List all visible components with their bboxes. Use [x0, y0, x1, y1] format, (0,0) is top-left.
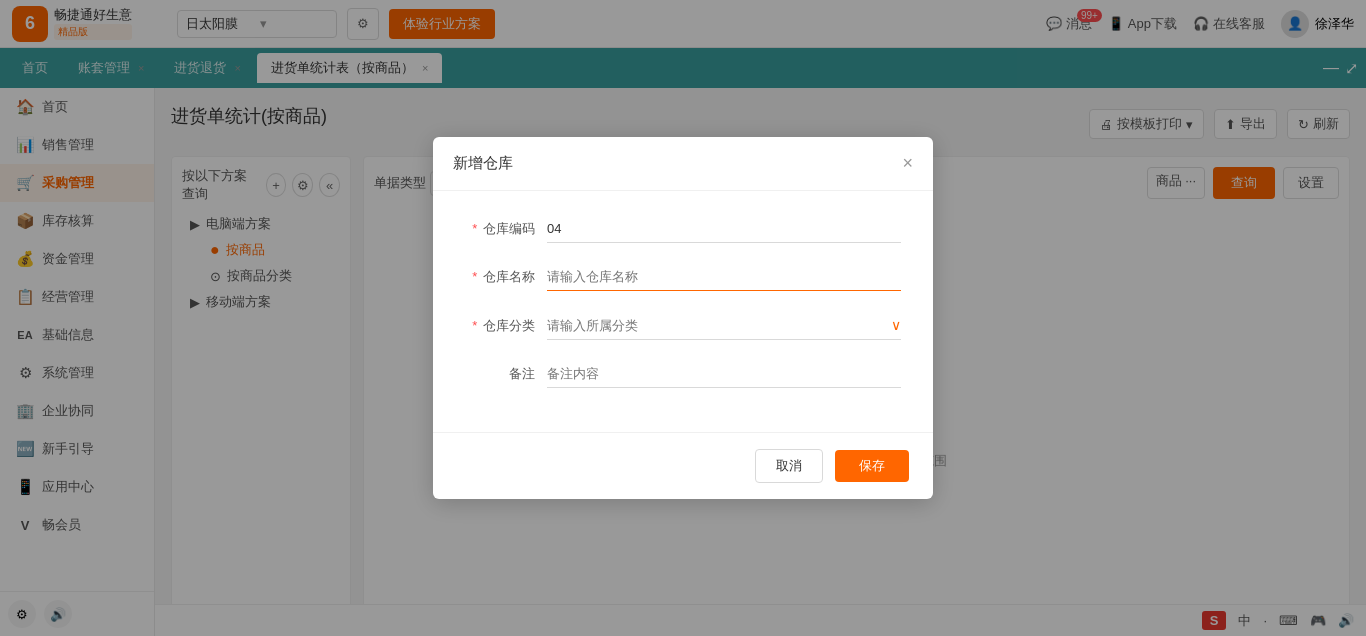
name-label: * 仓库名称 — [465, 268, 535, 286]
code-label: * 仓库编码 — [465, 220, 535, 238]
form-row-remark: 备注 — [465, 360, 901, 388]
warehouse-code-input[interactable] — [547, 215, 901, 243]
category-select-wrapper[interactable]: ∨ — [547, 311, 901, 340]
form-row-code: * 仓库编码 — [465, 215, 901, 243]
category-select-input[interactable] — [547, 318, 891, 333]
modal-title: 新增仓库 — [453, 154, 513, 173]
modal-header: 新增仓库 × — [433, 137, 933, 191]
modal-close-button[interactable]: × — [902, 153, 913, 174]
remark-label: 备注 — [465, 365, 535, 383]
warehouse-name-input[interactable] — [547, 263, 901, 291]
code-required-star: * — [472, 221, 477, 236]
name-required-star: * — [472, 269, 477, 284]
cancel-button[interactable]: 取消 — [755, 449, 823, 483]
modal-overlay: 新增仓库 × * 仓库编码 * 仓库名称 — [0, 0, 1366, 636]
remark-input[interactable] — [547, 360, 901, 388]
add-warehouse-modal: 新增仓库 × * 仓库编码 * 仓库名称 — [433, 137, 933, 499]
category-label: * 仓库分类 — [465, 317, 535, 335]
modal-body: * 仓库编码 * 仓库名称 * 仓库分类 — [433, 191, 933, 432]
form-row-name: * 仓库名称 — [465, 263, 901, 291]
category-arrow-icon: ∨ — [891, 317, 901, 333]
save-button[interactable]: 保存 — [835, 450, 909, 482]
modal-footer: 取消 保存 — [433, 432, 933, 499]
category-required-star: * — [472, 318, 477, 333]
form-row-category: * 仓库分类 ∨ — [465, 311, 901, 340]
